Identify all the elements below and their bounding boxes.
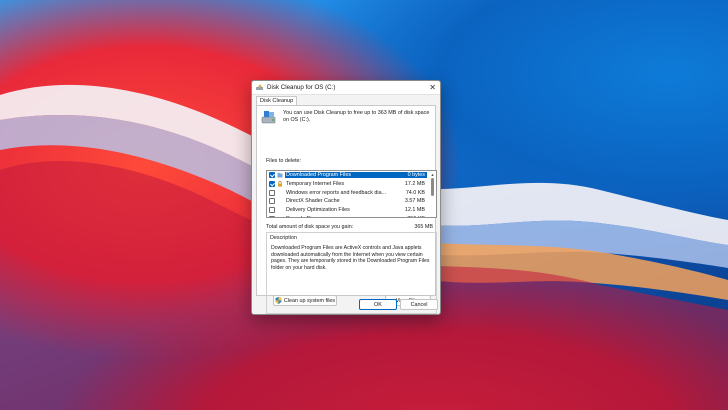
list-scrollbar[interactable]: ▲: [430, 172, 435, 216]
file-row[interactable]: DirectX Shader Cache 3.57 MB: [267, 197, 436, 206]
file-size: 0 bytes: [387, 172, 427, 179]
file-name: DirectX Shader Cache: [286, 198, 340, 205]
clean-up-system-files-button[interactable]: Clean up system files: [273, 295, 337, 306]
scroll-thumb[interactable]: [431, 178, 434, 196]
intro-text: You can use Disk Cleanup to free up to 3…: [283, 110, 430, 123]
folder-icon: [277, 172, 283, 178]
description-text: Downloaded Program Files are ActiveX con…: [271, 245, 430, 271]
file-row[interactable]: Delivery Optimization Files 12.1 MB: [267, 206, 436, 215]
file-checkbox[interactable]: [269, 172, 275, 179]
shield-icon: [275, 297, 282, 304]
file-name: Delivery Optimization Files: [286, 207, 350, 214]
file-size: 17.2 MB: [404, 181, 425, 188]
tab-panel: You can use Disk Cleanup to free up to 3…: [256, 105, 437, 314]
file-checkbox[interactable]: [269, 181, 275, 188]
blank: [277, 190, 283, 196]
title-bar[interactable]: Disk Cleanup for OS (C:) ✕: [252, 81, 440, 95]
total-value: 365 MB: [414, 224, 433, 230]
tab-strip: Disk Cleanup: [252, 95, 440, 105]
close-icon[interactable]: ✕: [429, 83, 436, 92]
files-list[interactable]: Downloaded Program Files 0 bytes Temporary…: [266, 170, 437, 218]
file-size: 856 KB: [387, 216, 427, 217]
drive-cleanup-icon: [261, 111, 276, 124]
intro: You can use Disk Cleanup to free up to 3…: [257, 106, 435, 124]
file-name: Recycle Bin: [285, 216, 387, 217]
file-name: Temporary Internet Files: [286, 181, 345, 188]
file-name: Downloaded Program Files: [285, 172, 387, 179]
file-row[interactable]: Recycle Bin856 KB: [267, 214, 436, 217]
window-title: Disk Cleanup for OS (C:): [267, 84, 336, 91]
disk-cleanup-icon: [256, 84, 263, 90]
file-size: 74.0 KB: [405, 189, 425, 196]
total-label: Total amount of disk space you gain:: [266, 224, 354, 230]
file-name: Windows error reports and feedback dia..…: [286, 189, 387, 196]
recycle-bin-icon: [277, 216, 283, 217]
file-checkbox[interactable]: [269, 189, 275, 196]
clean-up-system-files-label: Clean up system files: [283, 297, 336, 304]
lock-icon: [277, 181, 283, 187]
file-row[interactable]: Windows error reports and feedback dia..…: [267, 188, 436, 197]
file-checkbox[interactable]: [269, 207, 275, 214]
files-to-delete-label: Files to delete:: [266, 158, 302, 164]
tab-disk-cleanup[interactable]: Disk Cleanup: [256, 96, 298, 105]
blank: [277, 198, 283, 204]
file-size: 3.57 MB: [404, 198, 425, 205]
file-checkbox[interactable]: [269, 198, 275, 205]
total-gain: Total amount of disk space you gain: 365…: [266, 224, 437, 230]
file-row[interactable]: Temporary Internet Files 17.2 MB: [267, 180, 436, 189]
scroll-up-icon[interactable]: ▲: [430, 172, 435, 177]
file-checkbox[interactable]: [269, 215, 275, 217]
disk-cleanup-dialog: Disk Cleanup for OS (C:) ✕ Disk Cleanup …: [251, 80, 441, 315]
ok-button[interactable]: OK: [359, 299, 397, 310]
cancel-button[interactable]: Cancel: [400, 299, 438, 310]
file-size: 12.1 MB: [404, 207, 425, 214]
blank: [277, 207, 283, 213]
description-legend: Description: [270, 235, 297, 241]
file-row[interactable]: Downloaded Program Files 0 bytes: [267, 171, 436, 180]
